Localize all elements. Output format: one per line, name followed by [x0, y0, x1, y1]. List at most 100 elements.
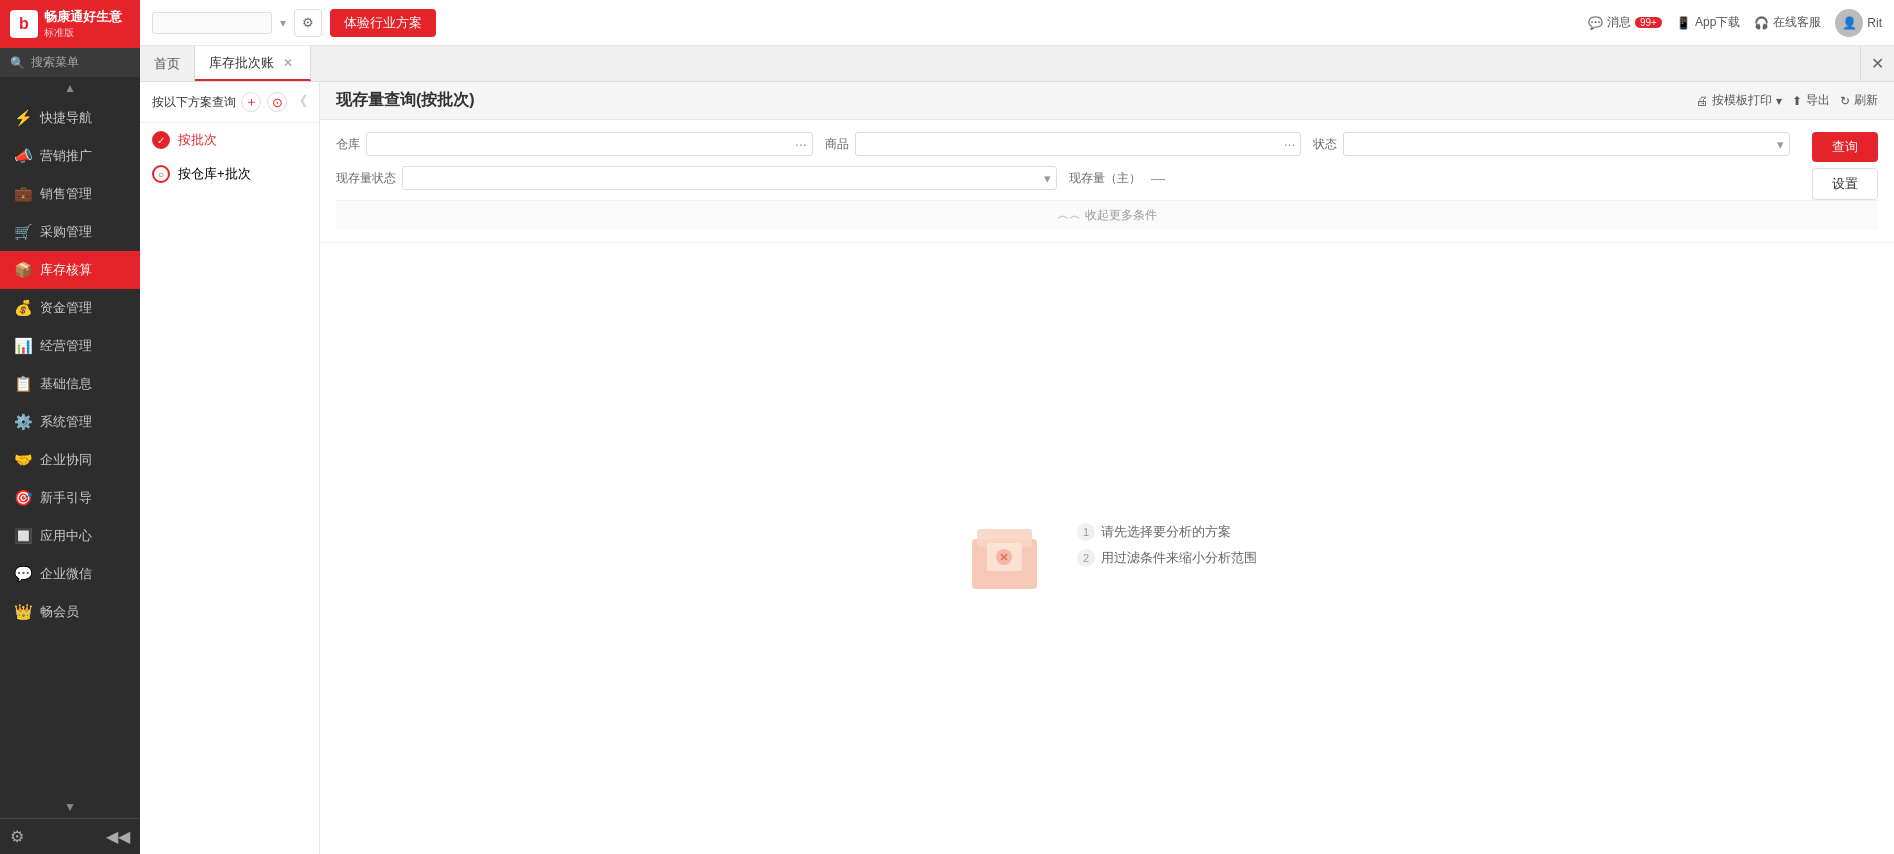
left-panel-title: 按以下方案查询	[152, 94, 236, 111]
sidebar: b 畅康通好生意 标准版 🔍 搜索菜单 ▲ ⚡ 快捷导航 📣 营销推广 💼 销售…	[0, 0, 140, 854]
sidebar-item-newbie[interactable]: 🎯 新手引导	[0, 479, 140, 517]
sidebar-item-label: 经营管理	[40, 337, 92, 355]
scheme-label-batch: 按批次	[178, 131, 217, 149]
nav-icon-app-center: 🔲	[14, 527, 32, 545]
sidebar-item-label: 新手引导	[40, 489, 92, 507]
sidebar-item-label: 基础信息	[40, 375, 92, 393]
sidebar-item-label: 销售管理	[40, 185, 92, 203]
message-icon: 💬	[1588, 16, 1603, 30]
topbar-settings-button[interactable]: ⚙	[294, 9, 322, 37]
breadcrumb-dropdown-icon[interactable]: ▾	[280, 16, 286, 30]
left-panel-header: 按以下方案查询 ＋ ⊙ 《	[140, 82, 319, 123]
sidebar-item-enterprise[interactable]: 🤝 企业协同	[0, 441, 140, 479]
scheme-icon-batch: ✓	[152, 131, 170, 149]
breadcrumb-input[interactable]	[152, 12, 272, 34]
status-select[interactable]	[1343, 132, 1790, 156]
scheme-item-warehouse-batch[interactable]: ○ 按仓库+批次	[140, 157, 319, 191]
sidebar-item-marketing[interactable]: 📣 营销推广	[0, 137, 140, 175]
sidebar-item-basic-info[interactable]: 📋 基础信息	[0, 365, 140, 403]
online-service-label: 在线客服	[1773, 14, 1821, 31]
collapse-left-panel-icon[interactable]: 《	[293, 93, 307, 111]
scheme-item-batch[interactable]: ✓ 按批次	[140, 123, 319, 157]
export-label: 导出	[1806, 92, 1830, 109]
query-button[interactable]: 查询	[1812, 132, 1878, 162]
print-icon: 🖨	[1696, 94, 1708, 108]
tabbar: 首页 库存批次账 ✕ ✕	[140, 46, 1894, 82]
status-filter: 状态 ▾	[1313, 132, 1790, 156]
filter-row-1: 仓库 ··· 商品 ···	[336, 132, 1790, 156]
page-content: 按以下方案查询 ＋ ⊙ 《 ✓ 按批次 ○ 按仓库+批次 现存量查询(按批次)	[140, 82, 1894, 854]
sidebar-item-sales[interactable]: 💼 销售管理	[0, 175, 140, 213]
user-profile-button[interactable]: 👤 Rit	[1835, 9, 1882, 37]
sidebar-header: b 畅康通好生意 标准版	[0, 0, 140, 48]
scroll-down-arrow[interactable]: ▼	[0, 796, 140, 818]
phone-icon: 📱	[1676, 16, 1691, 30]
tab-inventory-batch[interactable]: 库存批次账 ✕	[195, 46, 311, 81]
export-button[interactable]: ⬆ 导出	[1792, 92, 1830, 109]
nav-icon-marketing: 📣	[14, 147, 32, 165]
topbar: ▾ ⚙ 体验行业方案 💬 消息 99+ 📱 App下载 🎧 在线客服 👤	[140, 0, 1894, 46]
page-actions: 🖨 按模板打印 ▾ ⬆ 导出 ↻ 刷新	[1696, 92, 1878, 109]
inventory-qty-filter: 现存量（主） —	[1069, 170, 1790, 187]
filter-area: 仓库 ··· 商品 ···	[320, 120, 1894, 243]
nav-icon-operations: 📊	[14, 337, 32, 355]
sidebar-item-quick-nav[interactable]: ⚡ 快捷导航	[0, 99, 140, 137]
trial-button[interactable]: 体验行业方案	[330, 9, 436, 37]
search-icon: 🔍	[10, 56, 25, 70]
print-label: 按模板打印	[1712, 92, 1772, 109]
inventory-qty-label: 现存量（主）	[1069, 170, 1141, 187]
messages-button[interactable]: 💬 消息 99+	[1588, 14, 1662, 31]
search-label: 搜索菜单	[31, 54, 79, 71]
warehouse-input[interactable]	[366, 132, 813, 156]
topbar-right: 💬 消息 99+ 📱 App下载 🎧 在线客服 👤 Rit	[1588, 9, 1882, 37]
status-label: 状态	[1313, 136, 1337, 153]
scheme-icon-warehouse-batch: ○	[152, 165, 170, 183]
tab-panel-close-button[interactable]: ✕	[1860, 46, 1894, 81]
sidebar-item-purchase[interactable]: 🛒 采购管理	[0, 213, 140, 251]
sidebar-item-member[interactable]: 👑 畅会员	[0, 593, 140, 631]
app-download-button[interactable]: 📱 App下载	[1676, 14, 1740, 31]
sidebar-item-operations[interactable]: 📊 经营管理	[0, 327, 140, 365]
scroll-up-arrow[interactable]: ▲	[0, 77, 140, 99]
goods-input[interactable]	[855, 132, 1302, 156]
messages-label: 消息	[1607, 14, 1631, 31]
warehouse-label: 仓库	[336, 136, 360, 153]
sidebar-item-label: 库存核算	[40, 261, 92, 279]
filter-row-2: 现存量状态 ▾ 现存量（主） —	[336, 166, 1790, 190]
goods-input-wrap: ···	[855, 132, 1302, 156]
sidebar-item-inventory[interactable]: 📦 库存核算	[0, 251, 140, 289]
warehouse-input-wrap: ···	[366, 132, 813, 156]
collapse-bar[interactable]: ︿︿ 收起更多条件	[336, 200, 1878, 230]
sidebar-item-label: 应用中心	[40, 527, 92, 545]
inventory-status-filter: 现存量状态 ▾	[336, 166, 1057, 190]
tab-close-icon[interactable]: ✕	[280, 55, 296, 71]
sidebar-item-app-center[interactable]: 🔲 应用中心	[0, 517, 140, 555]
sidebar-item-label: 畅会员	[40, 603, 79, 621]
sidebar-item-wechat[interactable]: 💬 企业微信	[0, 555, 140, 593]
goods-dots-icon[interactable]: ···	[1284, 136, 1296, 152]
warehouse-dots-icon[interactable]: ···	[795, 136, 807, 152]
print-dropdown-icon[interactable]: ▾	[1776, 94, 1782, 108]
add-scheme-button[interactable]: ＋	[241, 92, 261, 112]
app-subtitle: 标准版	[44, 26, 122, 40]
settings-button[interactable]: 设置	[1812, 168, 1878, 200]
empty-text: 1 请先选择要分析的方案 2 用过滤条件来缩小分析范围	[1077, 523, 1257, 575]
nav-icon-basic: 📋	[14, 375, 32, 393]
goods-label: 商品	[825, 136, 849, 153]
inventory-status-select[interactable]	[402, 166, 1057, 190]
export-icon: ⬆	[1792, 94, 1802, 108]
sidebar-item-label: 采购管理	[40, 223, 92, 241]
sidebar-item-label: 资金管理	[40, 299, 92, 317]
settings-footer-icon[interactable]: ⚙	[10, 827, 24, 846]
settings-scheme-button[interactable]: ⊙	[267, 92, 287, 112]
sidebar-search[interactable]: 🔍 搜索菜单	[0, 48, 140, 77]
collapse-sidebar-icon[interactable]: ◀◀	[106, 827, 130, 846]
tab-home[interactable]: 首页	[140, 46, 195, 81]
print-button[interactable]: 🖨 按模板打印 ▾	[1696, 92, 1782, 109]
sidebar-footer: ⚙ ◀◀	[0, 818, 140, 854]
sidebar-item-system[interactable]: ⚙️ 系统管理	[0, 403, 140, 441]
nav-icon-wechat: 💬	[14, 565, 32, 583]
refresh-button[interactable]: ↻ 刷新	[1840, 92, 1878, 109]
sidebar-item-finance[interactable]: 💰 资金管理	[0, 289, 140, 327]
online-service-button[interactable]: 🎧 在线客服	[1754, 14, 1821, 31]
